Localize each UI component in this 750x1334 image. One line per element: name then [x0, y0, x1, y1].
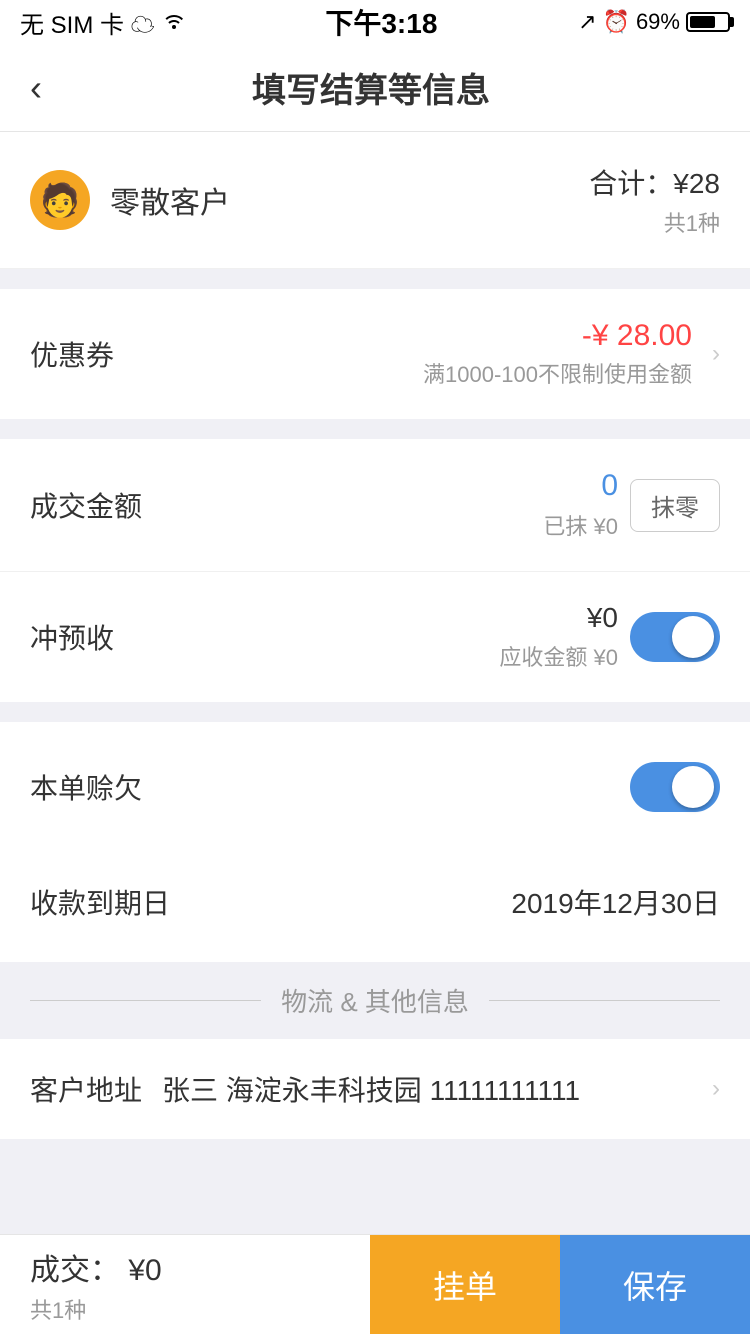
transaction-label: 成交金额 [30, 485, 142, 525]
coupon-section: 优惠券 -¥ 28.00 满1000-100不限制使用金额 › [0, 289, 750, 419]
status-right: ↗ ⏰ 69% [578, 9, 730, 35]
prepayment-sub: 应收金额 ¥0 [499, 640, 618, 672]
footer: 成交： ¥0 共1种 挂单 保存 [0, 1234, 750, 1334]
transaction-right: 0 已抹 ¥0 抹零 [543, 469, 720, 541]
prepayment-value-area: ¥0 应收金额 ¥0 [499, 602, 618, 672]
status-time: 下午3:18 [325, 2, 437, 42]
coupon-chevron-icon: › [712, 340, 720, 368]
debt-row: 本单赊欠 [0, 722, 750, 852]
prepayment-value: ¥0 [587, 602, 618, 634]
coupon-row[interactable]: 优惠券 -¥ 28.00 满1000-100不限制使用金额 › [0, 289, 750, 419]
coupon-value-area: -¥ 28.00 满1000-100不限制使用金额 [423, 319, 692, 389]
coupon-sub: 满1000-100不限制使用金额 [423, 357, 692, 389]
nav-bar: ‹ 填写结算等信息 [0, 44, 750, 132]
address-row[interactable]: 客户地址 张三 海淀永丰科技园 11111111111 › [0, 1039, 750, 1139]
transaction-section: 成交金额 0 已抹 ¥0 抹零 冲预收 ¥0 应收金额 ¥0 [0, 439, 750, 702]
address-label: 客户地址 [30, 1069, 142, 1109]
address-section: 客户地址 张三 海淀永丰科技园 11111111111 › [0, 1039, 750, 1139]
divider-2 [0, 702, 750, 722]
no-sim-label: 无 SIM 卡 ☁ [20, 5, 155, 40]
debt-section: 本单赊欠 收款到期日 2019年12月30日 [0, 722, 750, 962]
customer-left: 🧑 零散客户 [30, 170, 230, 230]
debt-label: 本单赊欠 [30, 767, 142, 807]
customer-avatar: 🧑 [30, 170, 90, 230]
logistics-header: 物流 & 其他信息 [0, 962, 750, 1039]
due-date-value: 2019年12月30日 [511, 882, 720, 922]
debt-toggle-knob [672, 766, 714, 808]
avatar-icon: 🧑 [40, 181, 80, 219]
footer-amount: 成交： ¥0 [30, 1245, 340, 1289]
customer-total: 合计：¥28 [589, 162, 720, 202]
transaction-value[interactable]: 0 [601, 469, 618, 503]
transaction-amount-area: 0 已抹 ¥0 [543, 469, 618, 541]
customer-right: 合计：¥28 共1种 [589, 162, 720, 238]
alarm-icon: ⏰ [603, 9, 630, 35]
due-date-label: 收款到期日 [30, 882, 170, 922]
debt-toggle-area [630, 762, 720, 812]
wifi-icon [163, 8, 185, 36]
save-button[interactable]: 保存 [560, 1235, 750, 1334]
coupon-discount: -¥ 28.00 [423, 319, 692, 353]
logistics-title: 物流 & 其他信息 [281, 982, 469, 1019]
debt-toggle[interactable] [630, 762, 720, 812]
prepayment-toggle-knob [672, 616, 714, 658]
page-title: 填写结算等信息 [62, 63, 680, 112]
divider-1 [0, 419, 750, 439]
logistics-line-left [30, 1000, 261, 1001]
transaction-row: 成交金额 0 已抹 ¥0 抹零 [0, 439, 750, 572]
location-icon: ↗ [578, 9, 596, 35]
prepayment-row: 冲预收 ¥0 应收金额 ¥0 [0, 572, 750, 702]
footer-transaction-value: ¥0 [128, 1254, 161, 1287]
coupon-right: -¥ 28.00 满1000-100不限制使用金额 › [423, 319, 720, 389]
address-value: 张三 海淀永丰科技园 11111111111 [162, 1069, 684, 1109]
erase-button[interactable]: 抹零 [630, 479, 720, 532]
prepayment-toggle[interactable] [630, 612, 720, 662]
battery-icon [686, 12, 730, 32]
customer-row: 🧑 零散客户 合计：¥28 共1种 [0, 132, 750, 268]
customer-name: 零散客户 [110, 178, 230, 222]
due-date-row: 收款到期日 2019年12月30日 [0, 852, 750, 962]
coupon-label: 优惠券 [30, 334, 114, 374]
footer-count: 共1种 [30, 1293, 340, 1325]
battery-percent: 69% [636, 9, 680, 35]
customer-count: 共1种 [589, 206, 720, 238]
transaction-erased: 已抹 ¥0 [543, 509, 618, 541]
prepayment-label: 冲预收 [30, 617, 114, 657]
status-bar: 无 SIM 卡 ☁ 下午3:18 ↗ ⏰ 69% [0, 0, 750, 44]
address-chevron-icon: › [712, 1075, 720, 1103]
prepayment-right: ¥0 应收金额 ¥0 [499, 602, 720, 672]
footer-info: 成交： ¥0 共1种 [0, 1235, 370, 1334]
footer-transaction-label: 成交： [30, 1254, 120, 1287]
status-left: 无 SIM 卡 ☁ [20, 5, 185, 40]
back-button[interactable]: ‹ [30, 57, 62, 119]
customer-section: 🧑 零散客户 合计：¥28 共1种 [0, 132, 750, 269]
hang-order-button[interactable]: 挂单 [370, 1235, 560, 1334]
logistics-line-right [489, 1000, 720, 1001]
